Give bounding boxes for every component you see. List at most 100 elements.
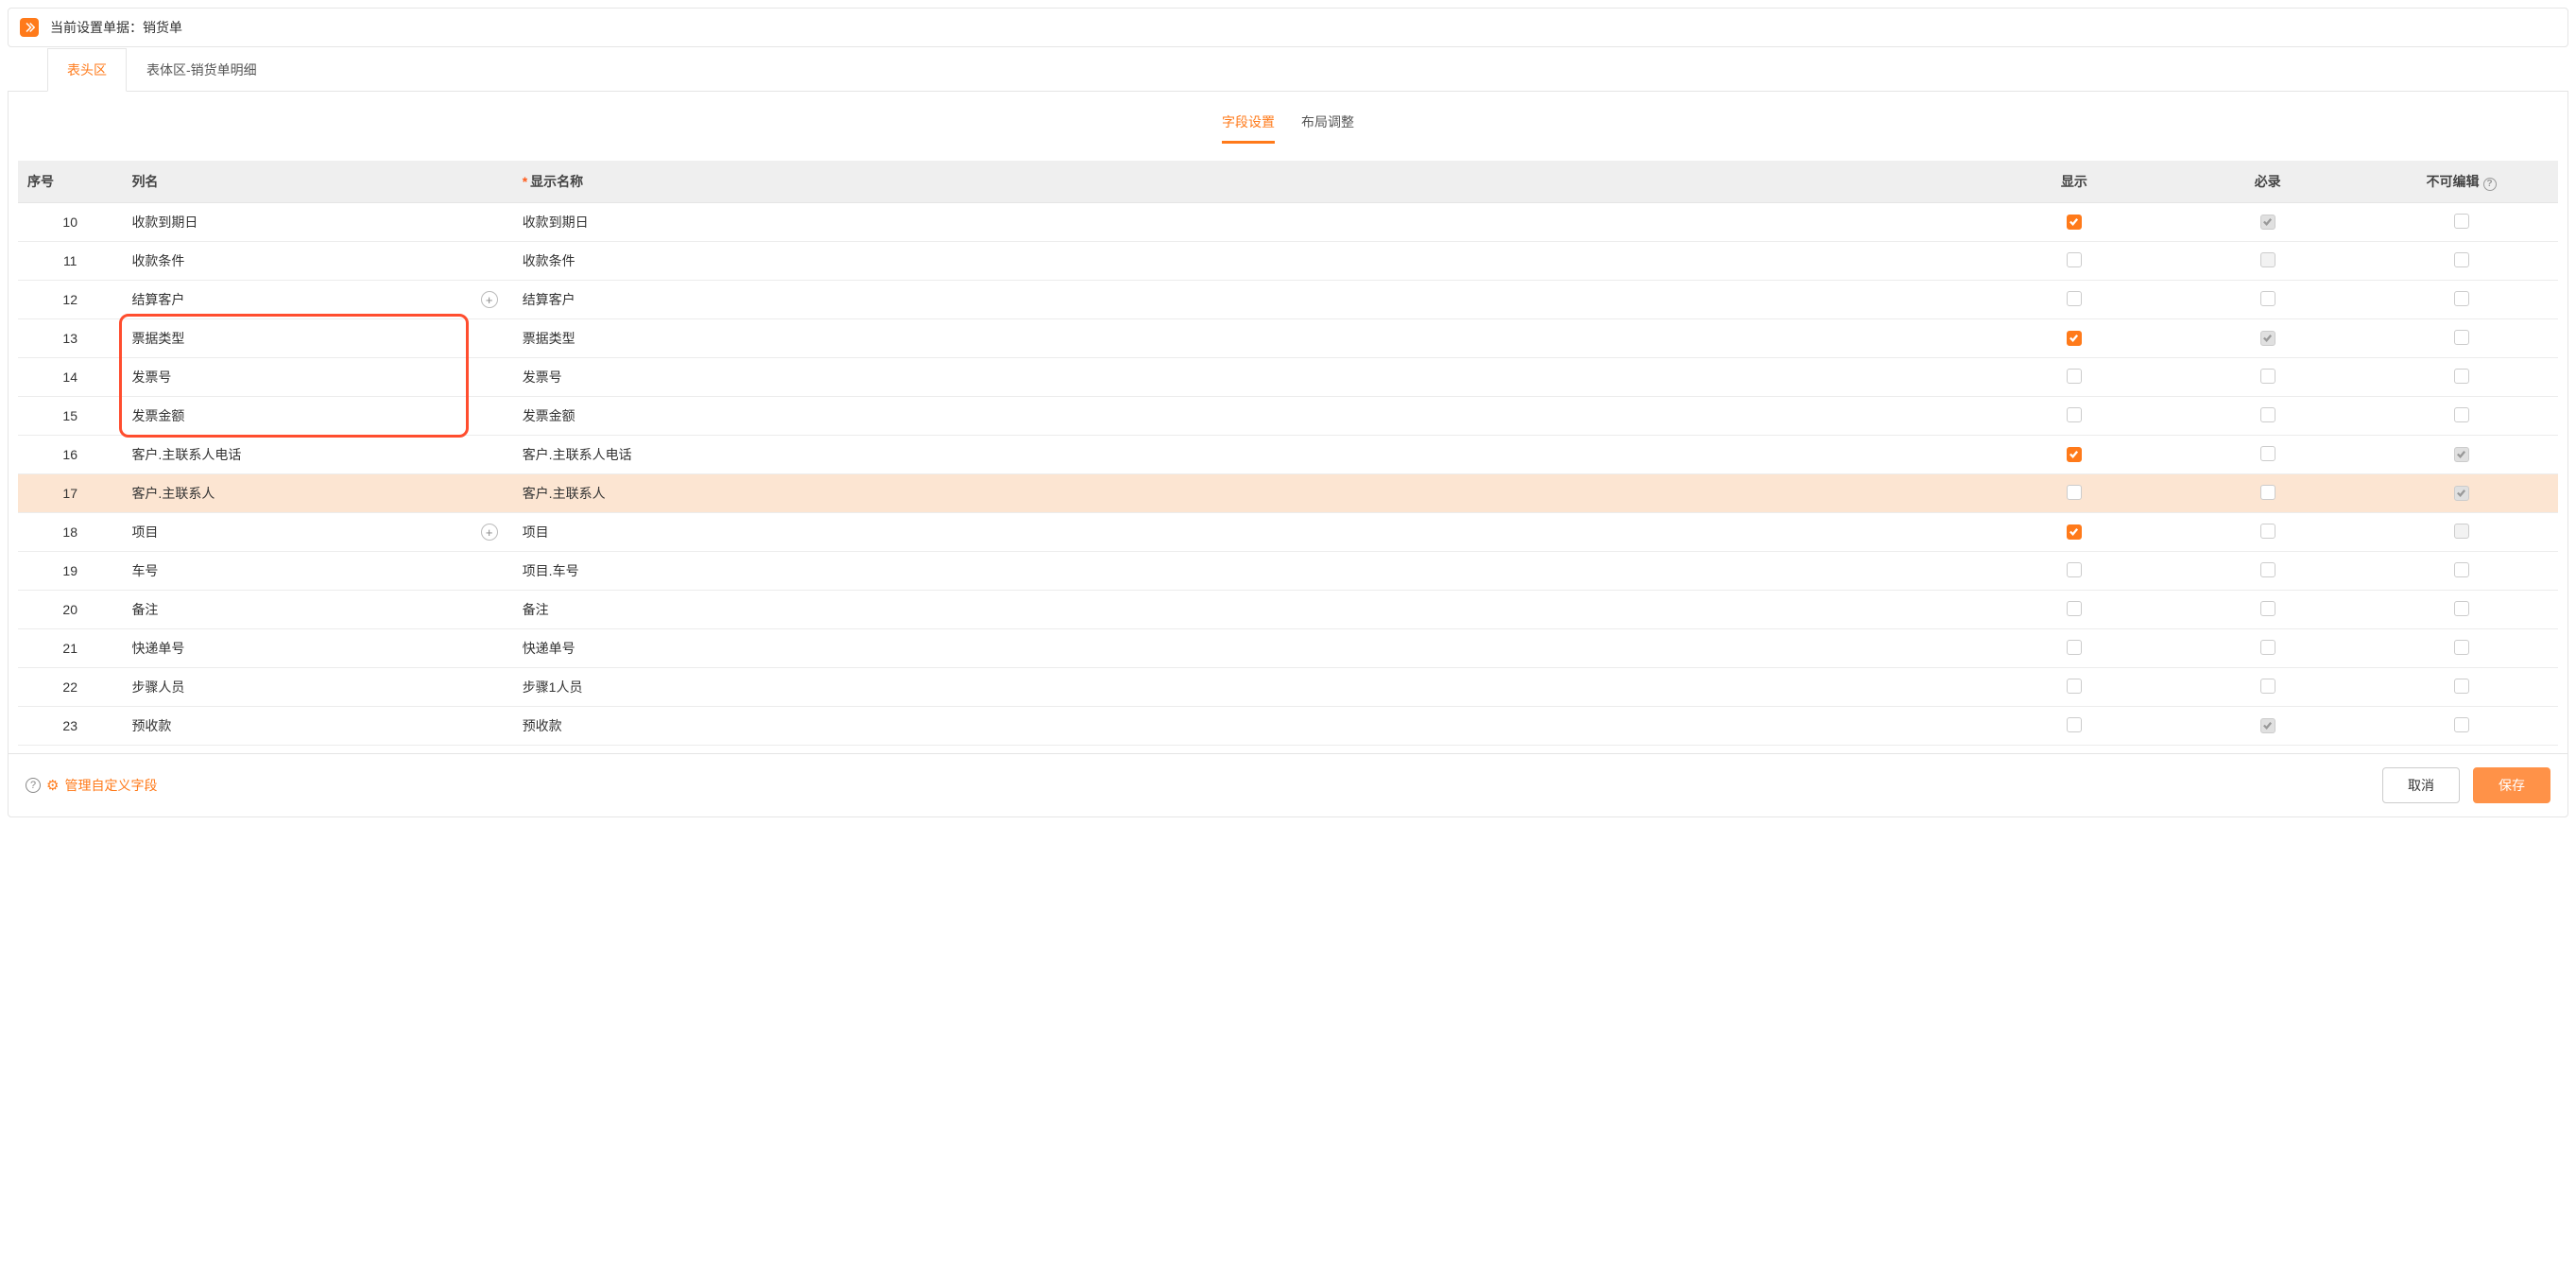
checkbox-noedit[interactable] [2454,717,2469,732]
cancel-button[interactable]: 取消 [2382,767,2460,803]
tabs: 表头区表体区-销货单明细 [8,47,2568,91]
checkbox-show[interactable] [2067,562,2082,577]
checkbox-required[interactable] [2260,407,2275,422]
cell-show [1977,707,2171,746]
checkbox-noedit[interactable] [2454,214,2469,229]
cell-show [1977,474,2171,513]
plus-icon[interactable]: + [481,291,498,308]
cell-noedit [2364,319,2558,358]
table-row[interactable]: 18项目+项目 [18,513,2558,552]
table-row[interactable]: 13票据类型票据类型 [18,319,2558,358]
checkbox-noedit[interactable] [2454,640,2469,655]
cell-required [2171,242,2364,281]
cell-display-name[interactable]: 结算客户 [513,281,1978,319]
question-icon[interactable]: ? [26,778,41,793]
checkbox-noedit[interactable] [2454,252,2469,267]
checkbox-noedit[interactable] [2454,407,2469,422]
cell-display-name[interactable]: 项目.车号 [513,552,1978,591]
cell-required [2171,397,2364,436]
cell-seq: 23 [18,707,122,746]
cell-noedit [2364,629,2558,668]
checkbox-show[interactable] [2067,717,2082,732]
table-row[interactable]: 23预收款预收款 [18,707,2558,746]
checkbox-show[interactable] [2067,252,2082,267]
table-row[interactable]: 22步骤人员步骤1人员 [18,668,2558,707]
cell-show [1977,629,2171,668]
table-row[interactable]: 19车号项目.车号 [18,552,2558,591]
cell-display-name[interactable]: 发票号 [513,358,1978,397]
sub-tab-0[interactable]: 字段设置 [1222,107,1275,144]
checkbox-show[interactable] [2067,291,2082,306]
tab-0[interactable]: 表头区 [47,48,127,92]
cell-noedit [2364,203,2558,242]
cell-display-name[interactable]: 预收款 [513,707,1978,746]
table-row[interactable]: 21快递单号快递单号 [18,629,2558,668]
cell-display-name[interactable]: 步骤1人员 [513,668,1978,707]
cell-display-name[interactable]: 客户.主联系人电话 [513,436,1978,474]
checkbox-noedit[interactable] [2454,562,2469,577]
cell-noedit [2364,397,2558,436]
table-row[interactable]: 12结算客户+结算客户 [18,281,2558,319]
table-row[interactable]: 16客户.主联系人电话客户.主联系人电话 [18,436,2558,474]
cell-noedit [2364,281,2558,319]
cell-display-name[interactable]: 客户.主联系人 [513,474,1978,513]
cell-display-name[interactable]: 票据类型 [513,319,1978,358]
cell-seq: 11 [18,242,122,281]
checkbox-show[interactable] [2067,447,2082,462]
save-button[interactable]: 保存 [2473,767,2550,803]
table-row[interactable]: 20备注备注 [18,591,2558,629]
cell-seq: 20 [18,591,122,629]
checkbox-required[interactable] [2260,446,2275,461]
table-row[interactable]: 10收款到期日收款到期日 [18,203,2558,242]
cell-noedit [2364,474,2558,513]
table-row[interactable]: 15发票金额发票金额 [18,397,2558,436]
cell-display-name[interactable]: 快递单号 [513,629,1978,668]
cell-display-name[interactable]: 收款条件 [513,242,1978,281]
checkbox-show[interactable] [2067,369,2082,384]
checkbox-show[interactable] [2067,640,2082,655]
cell-required [2171,513,2364,552]
cell-noedit [2364,436,2558,474]
checkbox-show[interactable] [2067,524,2082,540]
cell-name: 收款条件 [122,242,512,281]
checkbox-required[interactable] [2260,562,2275,577]
checkbox-required[interactable] [2260,524,2275,539]
cell-name: 项目+ [122,513,512,552]
checkbox-show[interactable] [2067,407,2082,422]
checkbox-required[interactable] [2260,640,2275,655]
manage-custom-fields-link[interactable]: 管理自定义字段 [64,776,157,795]
checkbox-show[interactable] [2067,679,2082,694]
checkbox-noedit[interactable] [2454,291,2469,306]
cell-display-name[interactable]: 备注 [513,591,1978,629]
checkbox-noedit[interactable] [2454,601,2469,616]
help-icon[interactable]: ? [2483,178,2497,191]
checkbox-show[interactable] [2067,331,2082,346]
checkbox-required[interactable] [2260,679,2275,694]
tab-1[interactable]: 表体区-销货单明细 [127,48,277,92]
cell-seq: 19 [18,552,122,591]
checkbox-required[interactable] [2260,485,2275,500]
cell-noedit [2364,707,2558,746]
cell-display-name[interactable]: 项目 [513,513,1978,552]
checkbox-required[interactable] [2260,291,2275,306]
cell-display-name[interactable]: 发票金额 [513,397,1978,436]
table-row[interactable]: 14发票号发票号 [18,358,2558,397]
collapse-toggle[interactable] [20,18,39,37]
checkbox-show[interactable] [2067,601,2082,616]
checkbox-show[interactable] [2067,485,2082,500]
cell-seq: 14 [18,358,122,397]
sub-tab-1[interactable]: 布局调整 [1301,107,1354,144]
table-row[interactable]: 17客户.主联系人客户.主联系人 [18,474,2558,513]
table-row[interactable]: 11收款条件收款条件 [18,242,2558,281]
checkbox-required[interactable] [2260,601,2275,616]
cell-show [1977,319,2171,358]
checkbox-required[interactable] [2260,369,2275,384]
cell-display-name[interactable]: 收款到期日 [513,203,1978,242]
header-bar: 当前设置单据：销货单 [8,8,2568,47]
plus-icon[interactable]: + [481,524,498,541]
main-panel: 字段设置布局调整 序号 列名 *显示名称 显示 必录 不可编辑? 10收款到期日… [8,91,2568,817]
checkbox-noedit[interactable] [2454,369,2469,384]
checkbox-show[interactable] [2067,215,2082,230]
checkbox-noedit[interactable] [2454,330,2469,345]
checkbox-noedit[interactable] [2454,679,2469,694]
